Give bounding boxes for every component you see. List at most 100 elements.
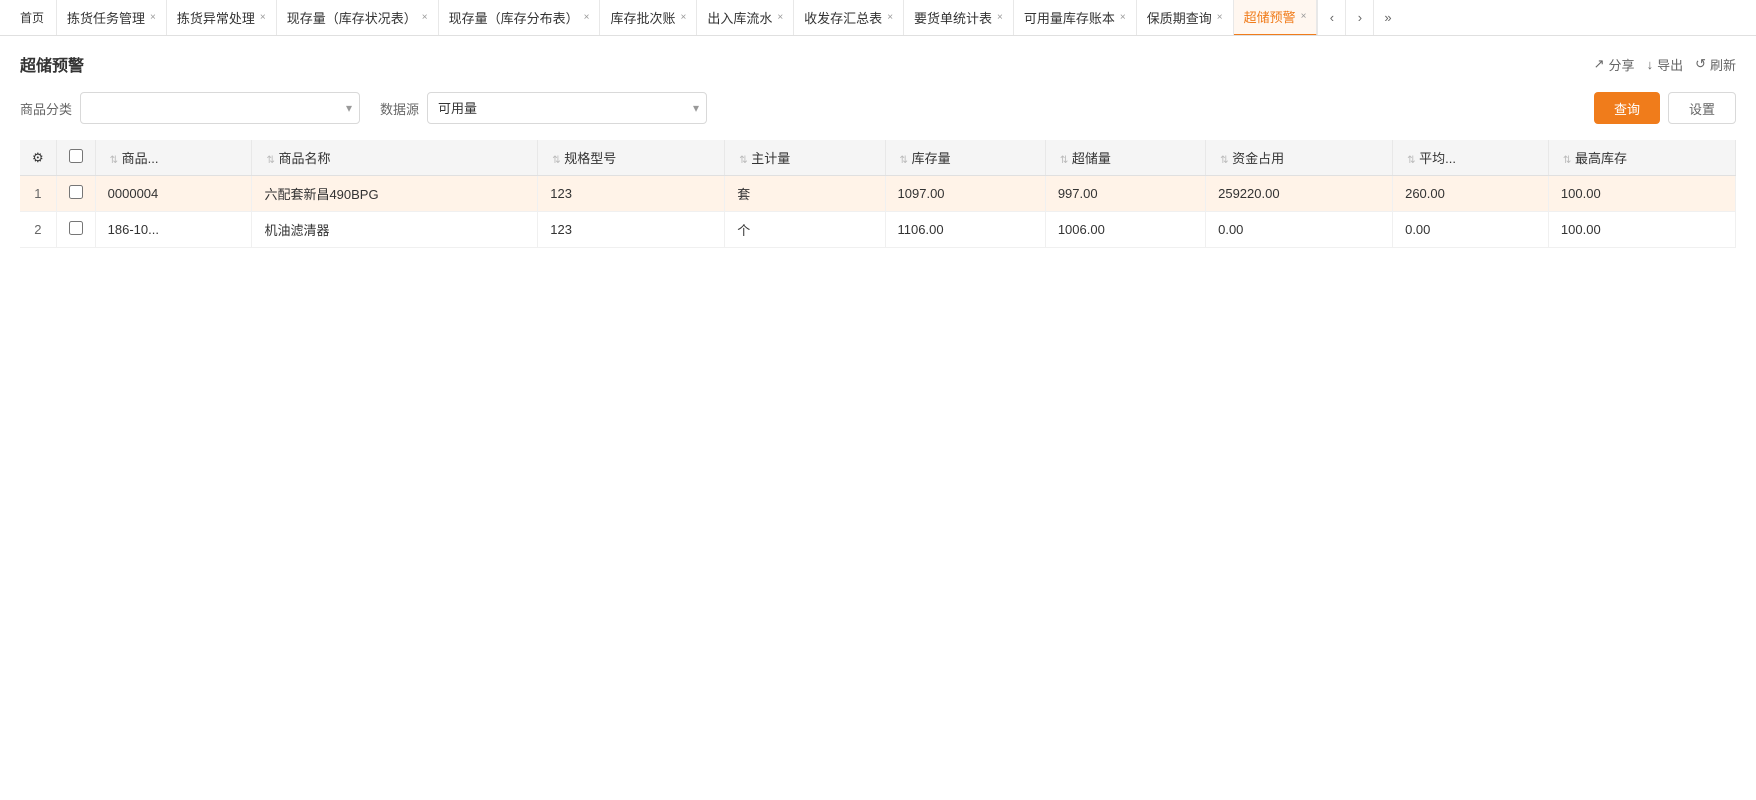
filter-area: 商品分类 ▾ 数据源 可用量 ▾ 查询 设置 bbox=[20, 92, 1736, 124]
share-button[interactable]: ↗ 分享 bbox=[1594, 55, 1635, 74]
sort-icon-overstock: ⇅ bbox=[1060, 155, 1068, 166]
max-stock-cell: 100.00 bbox=[1548, 212, 1735, 248]
tab-home[interactable]: 首页 bbox=[8, 0, 57, 36]
sort-icon-max: ⇅ bbox=[1563, 155, 1571, 166]
avg-column-header[interactable]: ⇅ 平均... bbox=[1393, 140, 1549, 176]
checkbox-column-header[interactable] bbox=[56, 140, 95, 176]
gear-icon: ⚙ bbox=[32, 150, 44, 165]
spec-cell: 123 bbox=[538, 212, 725, 248]
product-code-cell: 0000004 bbox=[95, 176, 252, 212]
category-label: 商品分类 bbox=[20, 99, 72, 118]
close-tab-abnormal[interactable]: × bbox=[260, 12, 266, 23]
nav-next-button[interactable]: › bbox=[1345, 0, 1373, 36]
page-header: 超储预警 ↗ 分享 ↓ 导出 ↺ 刷新 bbox=[20, 52, 1736, 76]
row-checkbox-cell[interactable] bbox=[56, 212, 95, 248]
overstock-cell: 997.00 bbox=[1045, 176, 1205, 212]
stock-cell: 1106.00 bbox=[885, 212, 1045, 248]
capital-cell: 259220.00 bbox=[1206, 176, 1393, 212]
spec-cell: 123 bbox=[538, 176, 725, 212]
row-number: 2 bbox=[20, 212, 56, 248]
tab-available[interactable]: 可用量库存账本 × bbox=[1014, 0, 1137, 36]
unit-column-header[interactable]: ⇅ 主计量 bbox=[725, 140, 885, 176]
capital-cell: 0.00 bbox=[1206, 212, 1393, 248]
product-name-column-header[interactable]: ⇅ 商品名称 bbox=[252, 140, 538, 176]
sort-icon: ⇅ bbox=[110, 155, 118, 166]
tab-collect[interactable]: 收发存汇总表 × bbox=[794, 0, 904, 36]
settings-column-header[interactable]: ⚙ bbox=[20, 140, 56, 176]
avg-cell: 0.00 bbox=[1393, 212, 1549, 248]
refresh-icon: ↺ bbox=[1695, 56, 1706, 72]
tab-order-stat[interactable]: 要货单统计表 × bbox=[904, 0, 1014, 36]
avg-cell: 260.00 bbox=[1393, 176, 1549, 212]
tab-task-mgmt[interactable]: 拣货任务管理 × bbox=[57, 0, 167, 36]
datasource-select[interactable]: 可用量 bbox=[427, 92, 707, 124]
stock-column-header[interactable]: ⇅ 库存量 bbox=[885, 140, 1045, 176]
product-code-column-header[interactable]: ⇅ 商品... bbox=[95, 140, 252, 176]
page-content: 超储预警 ↗ 分享 ↓ 导出 ↺ 刷新 商品分类 ▾ bbox=[0, 36, 1756, 800]
row-number: 1 bbox=[20, 176, 56, 212]
max-stock-column-header[interactable]: ⇅ 最高库存 bbox=[1548, 140, 1735, 176]
capital-column-header[interactable]: ⇅ 资金占用 bbox=[1206, 140, 1393, 176]
unit-cell: 套 bbox=[725, 176, 885, 212]
tab-bar: 首页 拣货任务管理 × 拣货异常处理 × 现存量（库存状况表） × 现存量（库存… bbox=[0, 0, 1756, 36]
close-tab-batch[interactable]: × bbox=[680, 12, 686, 23]
tab-abnormal[interactable]: 拣货异常处理 × bbox=[167, 0, 277, 36]
refresh-button[interactable]: ↺ 刷新 bbox=[1695, 55, 1736, 74]
tab-inout-flow[interactable]: 出入库流水 × bbox=[697, 0, 794, 36]
unit-cell: 个 bbox=[725, 212, 885, 248]
product-name-cell: 机油滤清器 bbox=[252, 212, 538, 248]
share-icon: ↗ bbox=[1594, 56, 1605, 72]
close-tab-overstock[interactable]: × bbox=[1301, 11, 1307, 22]
close-tab-task-mgmt[interactable]: × bbox=[150, 12, 156, 23]
overstock-column-header[interactable]: ⇅ 超储量 bbox=[1045, 140, 1205, 176]
sort-icon-spec: ⇅ bbox=[552, 155, 560, 166]
product-code-cell: 186-10... bbox=[95, 212, 252, 248]
tab-inventory-dist[interactable]: 现存量（库存分布表） × bbox=[439, 0, 601, 36]
category-select[interactable] bbox=[80, 92, 360, 124]
settings-button[interactable]: 设置 bbox=[1668, 92, 1736, 124]
query-button[interactable]: 查询 bbox=[1594, 92, 1660, 124]
category-filter-group: 商品分类 ▾ bbox=[20, 92, 360, 124]
stock-cell: 1097.00 bbox=[885, 176, 1045, 212]
close-tab-inventory-status[interactable]: × bbox=[422, 12, 428, 23]
sort-icon-stock: ⇅ bbox=[900, 155, 908, 166]
close-tab-order-stat[interactable]: × bbox=[997, 12, 1003, 23]
max-stock-cell: 100.00 bbox=[1548, 176, 1735, 212]
sort-icon-unit: ⇅ bbox=[739, 155, 747, 166]
row-checkbox-cell[interactable] bbox=[56, 176, 95, 212]
export-button[interactable]: ↓ 导出 bbox=[1647, 55, 1684, 74]
spec-column-header[interactable]: ⇅ 规格型号 bbox=[538, 140, 725, 176]
overstock-table: ⚙ ⇅ 商品... ⇅ 商品名称 ⇅ 规格型号 bbox=[20, 140, 1736, 248]
table-header-row: ⚙ ⇅ 商品... ⇅ 商品名称 ⇅ 规格型号 bbox=[20, 140, 1736, 176]
header-actions: ↗ 分享 ↓ 导出 ↺ 刷新 bbox=[1594, 55, 1736, 74]
table-row: 1 0000004 六配套新昌490BPG 123 套 1097.00 997.… bbox=[20, 176, 1736, 212]
nav-last-button[interactable]: » bbox=[1373, 0, 1401, 36]
datasource-label: 数据源 bbox=[380, 99, 419, 118]
row-checkbox[interactable] bbox=[69, 185, 83, 199]
sort-icon-capital: ⇅ bbox=[1220, 155, 1228, 166]
close-tab-inventory-dist[interactable]: × bbox=[584, 12, 590, 23]
page-title: 超储预警 bbox=[20, 52, 84, 76]
datasource-select-wrapper: 可用量 ▾ bbox=[427, 92, 707, 124]
product-name-cell: 六配套新昌490BPG bbox=[252, 176, 538, 212]
tab-overstock[interactable]: 超储预警 × bbox=[1234, 0, 1318, 36]
tab-batch[interactable]: 库存批次账 × bbox=[600, 0, 697, 36]
category-select-wrapper: ▾ bbox=[80, 92, 360, 124]
close-tab-inout-flow[interactable]: × bbox=[777, 12, 783, 23]
overstock-cell: 1006.00 bbox=[1045, 212, 1205, 248]
select-all-checkbox[interactable] bbox=[69, 149, 83, 163]
close-tab-available[interactable]: × bbox=[1120, 12, 1126, 23]
datasource-filter-group: 数据源 可用量 ▾ bbox=[380, 92, 707, 124]
sort-icon-name: ⇅ bbox=[266, 155, 274, 166]
table-container: ⚙ ⇅ 商品... ⇅ 商品名称 ⇅ 规格型号 bbox=[20, 140, 1736, 248]
tab-quality[interactable]: 保质期查询 × bbox=[1137, 0, 1234, 36]
close-tab-quality[interactable]: × bbox=[1217, 12, 1223, 23]
export-icon: ↓ bbox=[1647, 57, 1654, 72]
tab-inventory-status[interactable]: 现存量（库存状况表） × bbox=[277, 0, 439, 36]
row-checkbox[interactable] bbox=[69, 221, 83, 235]
close-tab-collect[interactable]: × bbox=[887, 12, 893, 23]
sort-icon-avg: ⇅ bbox=[1407, 155, 1415, 166]
nav-prev-button[interactable]: ‹ bbox=[1317, 0, 1345, 36]
table-row: 2 186-10... 机油滤清器 123 个 1106.00 1006.00 … bbox=[20, 212, 1736, 248]
query-btn-group: 查询 设置 bbox=[1594, 92, 1736, 124]
